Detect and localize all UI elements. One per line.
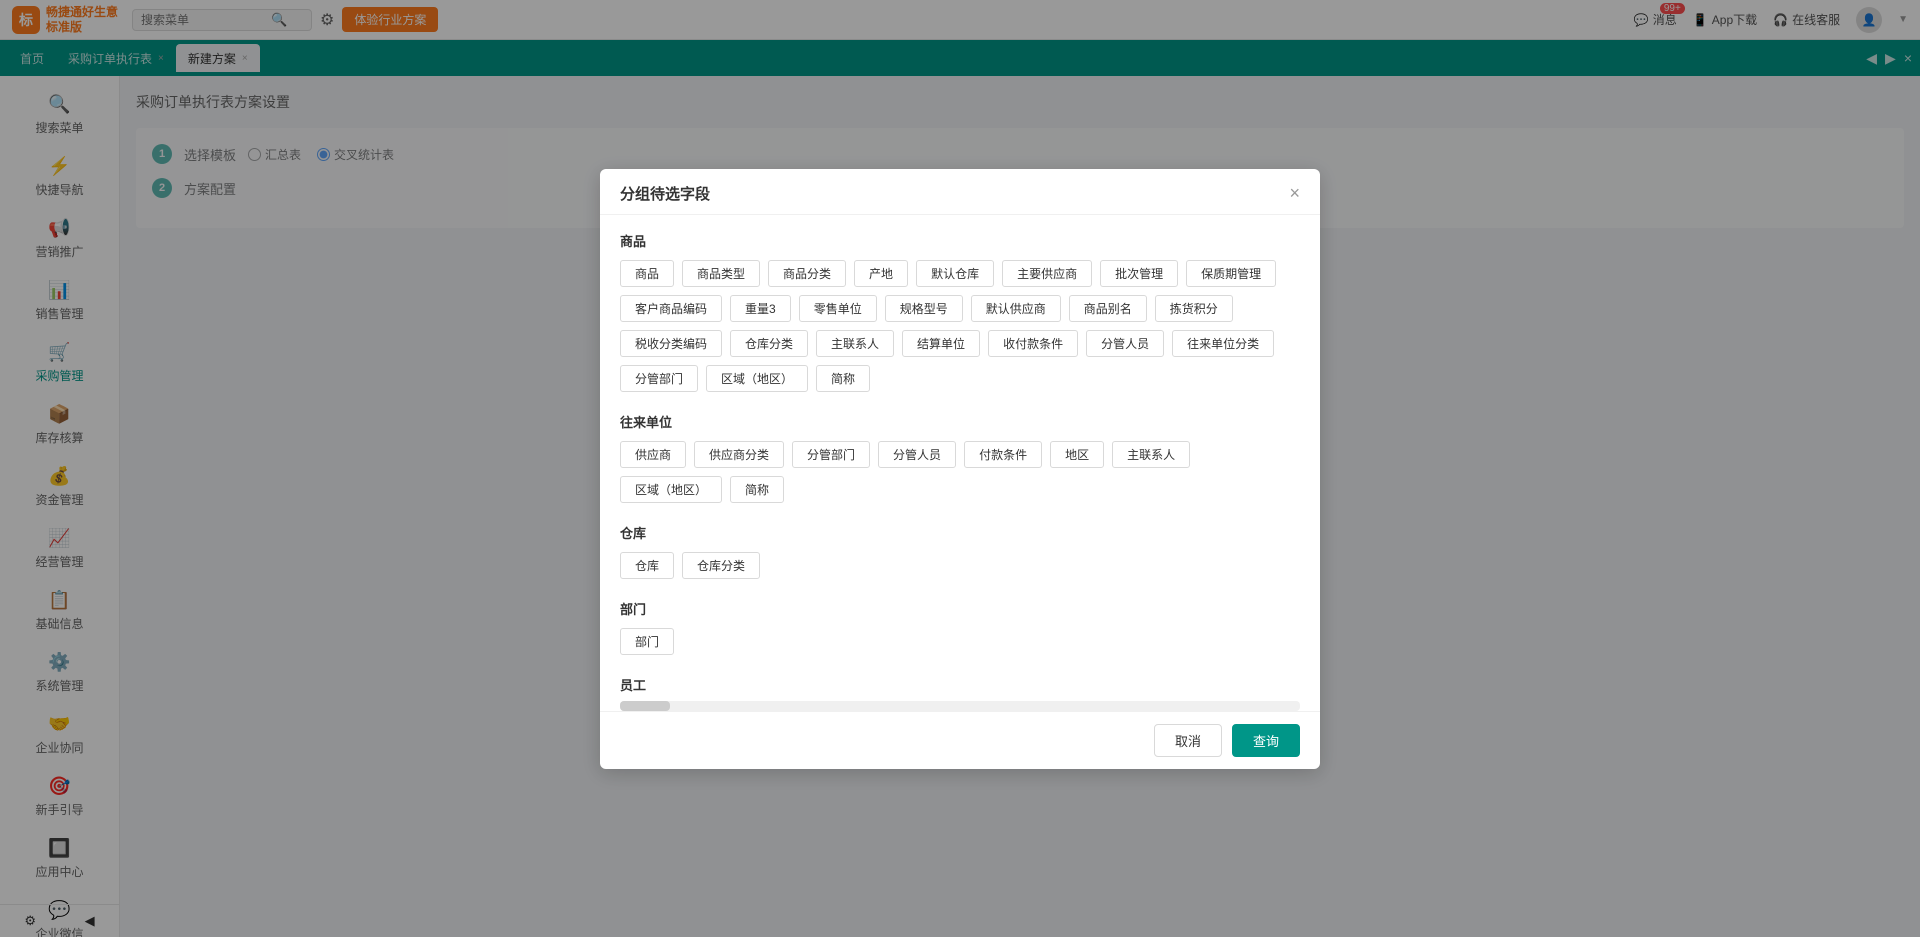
- section-employee: 员工 业务员: [620, 675, 1300, 701]
- field-tag[interactable]: 付款条件: [964, 441, 1042, 468]
- section-warehouse-fields: 仓库 仓库分类: [620, 552, 1300, 579]
- field-tag[interactable]: 分管人员: [878, 441, 956, 468]
- section-counterpart: 往来单位 供应商 供应商分类 分管部门 分管人员 付款条件 地区 主联系人 区域…: [620, 412, 1300, 503]
- field-tag[interactable]: 批次管理: [1100, 260, 1178, 287]
- field-tag[interactable]: 仓库: [620, 552, 674, 579]
- field-tag[interactable]: 拣货积分: [1155, 295, 1233, 322]
- field-tag[interactable]: 简称: [730, 476, 784, 503]
- field-tag[interactable]: 商品类型: [682, 260, 760, 287]
- section-department: 部门 部门: [620, 599, 1300, 655]
- field-tag[interactable]: 部门: [620, 628, 674, 655]
- section-department-title: 部门: [620, 599, 1300, 618]
- field-tag[interactable]: 分管人员: [1086, 330, 1164, 357]
- modal-header: 分组待选字段 ×: [600, 169, 1320, 215]
- field-tag[interactable]: 分管部门: [792, 441, 870, 468]
- field-tag[interactable]: 供应商分类: [694, 441, 784, 468]
- field-tag[interactable]: 区域（地区）: [706, 365, 808, 392]
- confirm-button[interactable]: 查询: [1232, 724, 1300, 757]
- field-tag[interactable]: 规格型号: [885, 295, 963, 322]
- section-warehouse: 仓库 仓库 仓库分类: [620, 523, 1300, 579]
- field-tag[interactable]: 主要供应商: [1002, 260, 1092, 287]
- field-tag[interactable]: 仓库分类: [682, 552, 760, 579]
- modal-footer: 取消 查询: [600, 711, 1320, 769]
- field-tag[interactable]: 商品: [620, 260, 674, 287]
- field-tag[interactable]: 区域（地区）: [620, 476, 722, 503]
- field-tag[interactable]: 往来单位分类: [1172, 330, 1274, 357]
- field-tag[interactable]: 分管部门: [620, 365, 698, 392]
- modal-title: 分组待选字段: [620, 183, 710, 204]
- modal-close-btn[interactable]: ×: [1289, 184, 1300, 202]
- modal-overlay: 分组待选字段 × 商品 商品 商品类型 商品分类 产地 默认仓库 主要供应商 批…: [0, 0, 1920, 937]
- section-department-fields: 部门: [620, 628, 1300, 655]
- field-tag[interactable]: 地区: [1050, 441, 1104, 468]
- field-tag[interactable]: 税收分类编码: [620, 330, 722, 357]
- h-scrollbar-thumb[interactable]: [620, 701, 670, 711]
- section-goods: 商品 商品 商品类型 商品分类 产地 默认仓库 主要供应商 批次管理 保质期管理…: [620, 231, 1300, 392]
- section-warehouse-title: 仓库: [620, 523, 1300, 542]
- field-tag[interactable]: 仓库分类: [730, 330, 808, 357]
- cancel-button[interactable]: 取消: [1154, 724, 1222, 757]
- section-goods-fields: 商品 商品类型 商品分类 产地 默认仓库 主要供应商 批次管理 保质期管理 客户…: [620, 260, 1300, 392]
- field-tag[interactable]: 商品别名: [1069, 295, 1147, 322]
- field-select-modal: 分组待选字段 × 商品 商品 商品类型 商品分类 产地 默认仓库 主要供应商 批…: [600, 169, 1320, 769]
- field-tag[interactable]: 供应商: [620, 441, 686, 468]
- section-employee-title: 员工: [620, 675, 1300, 694]
- field-tag[interactable]: 零售单位: [799, 295, 877, 322]
- field-tag[interactable]: 默认仓库: [916, 260, 994, 287]
- field-tag[interactable]: 简称: [816, 365, 870, 392]
- field-tag[interactable]: 主联系人: [1112, 441, 1190, 468]
- section-goods-title: 商品: [620, 231, 1300, 250]
- horizontal-scrollbar[interactable]: [620, 701, 1300, 711]
- field-tag[interactable]: 结算单位: [902, 330, 980, 357]
- section-counterpart-fields: 供应商 供应商分类 分管部门 分管人员 付款条件 地区 主联系人 区域（地区） …: [620, 441, 1300, 503]
- field-tag[interactable]: 收付款条件: [988, 330, 1078, 357]
- field-tag[interactable]: 客户商品编码: [620, 295, 722, 322]
- modal-body: 商品 商品 商品类型 商品分类 产地 默认仓库 主要供应商 批次管理 保质期管理…: [600, 215, 1320, 701]
- field-tag[interactable]: 商品分类: [768, 260, 846, 287]
- section-counterpart-title: 往来单位: [620, 412, 1300, 431]
- field-tag[interactable]: 重量3: [730, 295, 791, 322]
- field-tag[interactable]: 主联系人: [816, 330, 894, 357]
- field-tag[interactable]: 产地: [854, 260, 908, 287]
- field-tag[interactable]: 默认供应商: [971, 295, 1061, 322]
- field-tag[interactable]: 保质期管理: [1186, 260, 1276, 287]
